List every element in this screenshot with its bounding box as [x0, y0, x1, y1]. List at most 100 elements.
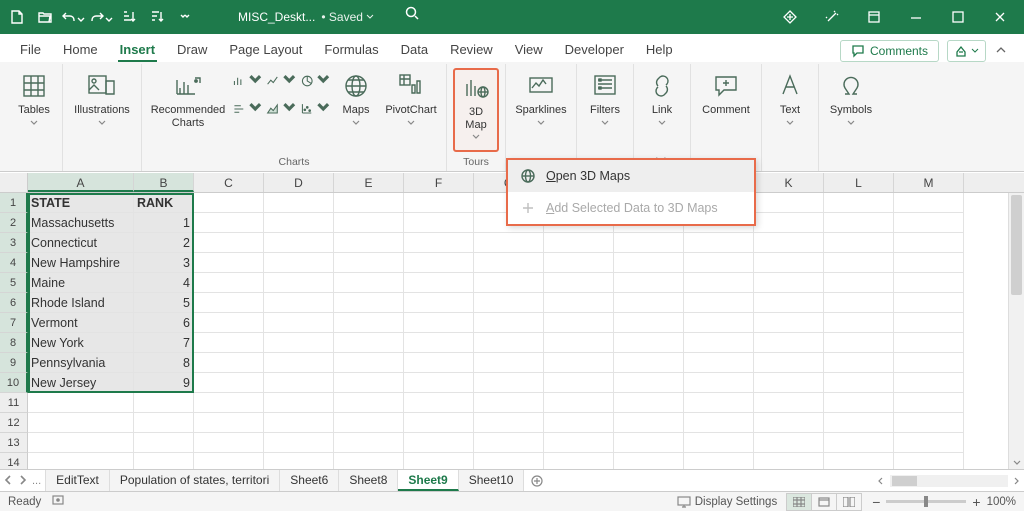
cell[interactable] — [404, 193, 474, 213]
cell[interactable] — [264, 333, 334, 353]
cell[interactable] — [894, 373, 964, 393]
cell[interactable] — [28, 413, 134, 433]
cell[interactable] — [334, 273, 404, 293]
cell[interactable] — [824, 213, 894, 233]
cell[interactable] — [824, 353, 894, 373]
undo-icon[interactable] — [60, 4, 86, 30]
cell[interactable] — [824, 413, 894, 433]
cell[interactable] — [194, 333, 264, 353]
comment-button[interactable]: Comment — [697, 68, 755, 152]
sheet-tab-edittext[interactable]: EditText — [46, 470, 110, 491]
close-icon[interactable] — [980, 2, 1020, 32]
cell[interactable] — [334, 413, 404, 433]
row-header[interactable]: 3 — [0, 233, 28, 253]
open-icon[interactable] — [32, 4, 58, 30]
row-header[interactable]: 10 — [0, 373, 28, 393]
add-sheet-button[interactable] — [524, 470, 550, 491]
cell[interactable] — [824, 253, 894, 273]
new-file-icon[interactable] — [4, 4, 30, 30]
page-break-view-icon[interactable] — [836, 493, 862, 511]
hscroll-thumb[interactable] — [892, 476, 917, 486]
cell[interactable]: Massachusetts — [28, 213, 134, 233]
cell[interactable] — [194, 413, 264, 433]
cell[interactable] — [404, 413, 474, 433]
cell[interactable] — [134, 393, 194, 413]
sheet-ellipsis[interactable]: ... — [32, 475, 41, 487]
tab-file[interactable]: File — [10, 37, 51, 62]
tab-formulas[interactable]: Formulas — [314, 37, 388, 62]
cell[interactable] — [894, 413, 964, 433]
cell[interactable] — [404, 253, 474, 273]
cell[interactable] — [404, 233, 474, 253]
cell[interactable] — [754, 413, 824, 433]
cell[interactable] — [28, 433, 134, 453]
cell[interactable] — [614, 233, 684, 253]
scatter-chart-icon[interactable] — [300, 96, 330, 122]
cell[interactable] — [684, 373, 754, 393]
cell[interactable] — [264, 393, 334, 413]
cell[interactable]: 1 — [134, 213, 194, 233]
row-header[interactable]: 1 — [0, 193, 28, 213]
cell[interactable] — [614, 393, 684, 413]
comments-button[interactable]: Comments — [840, 40, 939, 62]
sparklines-button[interactable]: Sparklines — [512, 68, 570, 152]
cell[interactable] — [334, 353, 404, 373]
cell[interactable] — [264, 313, 334, 333]
cell[interactable] — [194, 233, 264, 253]
cell[interactable] — [264, 353, 334, 373]
cell[interactable] — [194, 293, 264, 313]
cell[interactable] — [264, 233, 334, 253]
cell[interactable] — [194, 213, 264, 233]
cell[interactable] — [474, 233, 544, 253]
cell[interactable] — [684, 313, 754, 333]
cell[interactable] — [544, 393, 614, 413]
cell[interactable] — [264, 273, 334, 293]
cell[interactable] — [334, 393, 404, 413]
cell[interactable] — [614, 293, 684, 313]
cell[interactable]: 3 — [134, 253, 194, 273]
text-button[interactable]: Text — [768, 68, 812, 152]
cell[interactable] — [754, 353, 824, 373]
row-header[interactable]: 8 — [0, 333, 28, 353]
cell[interactable] — [684, 333, 754, 353]
row-header[interactable]: 4 — [0, 253, 28, 273]
cell[interactable] — [404, 293, 474, 313]
sort-desc-icon[interactable] — [144, 4, 170, 30]
cell[interactable] — [334, 333, 404, 353]
cell[interactable] — [264, 413, 334, 433]
zoom-in-icon[interactable]: + — [972, 494, 980, 510]
cell[interactable] — [614, 333, 684, 353]
cell[interactable]: 8 — [134, 353, 194, 373]
tables-button[interactable]: Tables — [12, 68, 56, 152]
cell[interactable] — [544, 253, 614, 273]
recommended-charts-button[interactable]: Recommended Charts — [148, 68, 228, 152]
cell[interactable] — [684, 413, 754, 433]
row-header[interactable]: 5 — [0, 273, 28, 293]
cell[interactable] — [334, 433, 404, 453]
3d-map-button[interactable]: 3D Map — [453, 68, 499, 152]
cell[interactable] — [334, 193, 404, 213]
row-header[interactable]: 11 — [0, 393, 28, 413]
row-header[interactable]: 13 — [0, 433, 28, 453]
maps-button[interactable]: Maps — [334, 68, 378, 152]
cell[interactable]: RANK — [134, 193, 194, 213]
cell[interactable] — [194, 253, 264, 273]
cell[interactable] — [894, 213, 964, 233]
tab-insert[interactable]: Insert — [110, 37, 165, 62]
cell[interactable] — [474, 273, 544, 293]
row-header[interactable]: 7 — [0, 313, 28, 333]
pivotchart-button[interactable]: PivotChart — [382, 68, 440, 152]
collapse-ribbon-icon[interactable] — [994, 43, 1014, 60]
cell[interactable]: Maine — [28, 273, 134, 293]
zoom-out-icon[interactable]: − — [872, 494, 880, 510]
cell[interactable] — [194, 433, 264, 453]
cell[interactable] — [824, 393, 894, 413]
cell[interactable] — [754, 293, 824, 313]
cell[interactable] — [194, 193, 264, 213]
cell[interactable] — [334, 293, 404, 313]
cell[interactable] — [264, 193, 334, 213]
col-header-L[interactable]: L — [824, 173, 894, 192]
illustrations-button[interactable]: Illustrations — [69, 68, 135, 152]
cell[interactable] — [894, 253, 964, 273]
minimize-icon[interactable] — [896, 2, 936, 32]
